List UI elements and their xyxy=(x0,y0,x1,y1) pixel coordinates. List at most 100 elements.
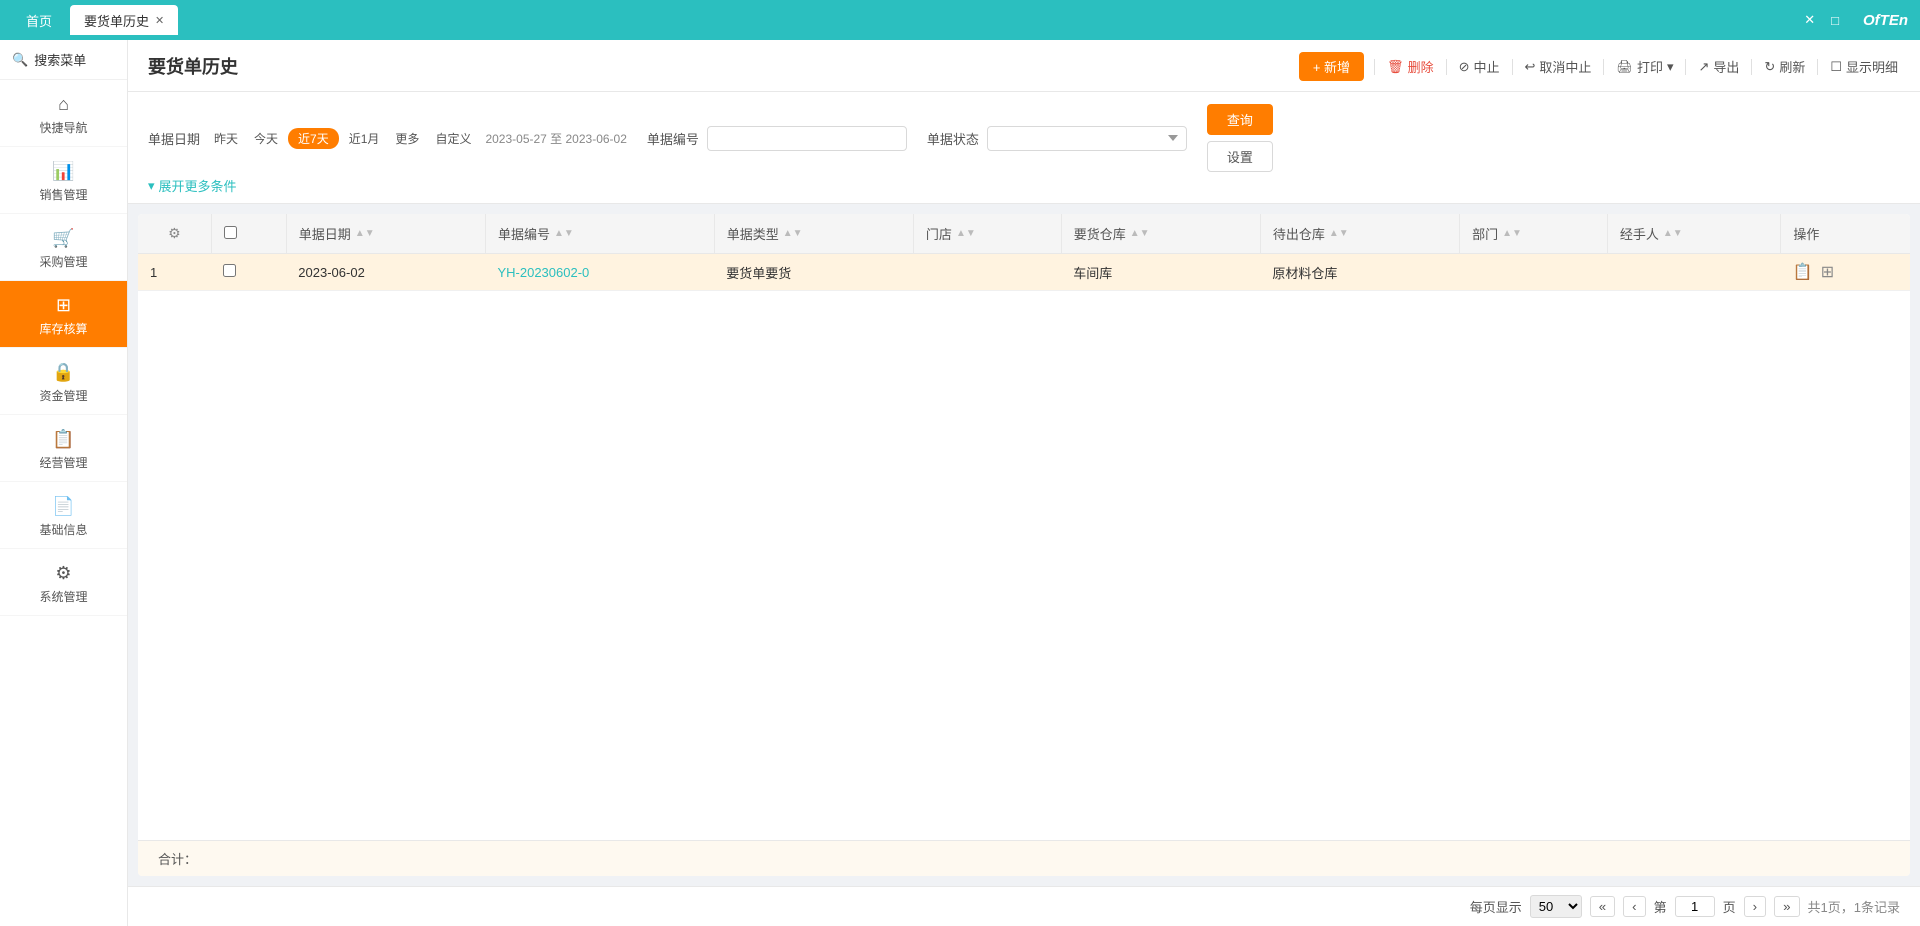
refresh-label: 刷新 xyxy=(1779,57,1805,76)
sort-department-icon[interactable]: ▲▼ xyxy=(1502,229,1522,239)
total-info: 共1页，1条记录 xyxy=(1808,897,1900,916)
tab-bar: 首页 要货单历史 ✕ xyxy=(12,5,1804,35)
stop-label: 中止 xyxy=(1473,57,1499,76)
data-table: ⚙ 单据日期 ▲▼ xyxy=(138,214,1910,291)
brand-label: OfTEn xyxy=(1863,12,1908,29)
close-tab-icon[interactable]: ✕ xyxy=(155,14,164,27)
tab-requisition-history[interactable]: 要货单历史 ✕ xyxy=(70,5,178,35)
sidebar-item-purchase-label: 采购管理 xyxy=(39,253,87,270)
sidebar-item-home[interactable]: ⌂ 快捷导航 xyxy=(0,80,127,147)
export-icon: ↗ xyxy=(1698,59,1709,75)
row-bill-type: 要货单要货 xyxy=(714,254,913,291)
filter-last7days[interactable]: 近7天 xyxy=(288,128,339,149)
print-icon: 🖨 xyxy=(1616,59,1633,75)
date-range-display: 2023-05-27 至 2023-06-02 xyxy=(485,130,626,147)
toolbar-divider-3 xyxy=(1512,59,1513,75)
filter-custom[interactable]: 自定义 xyxy=(429,128,477,149)
table-row: 1 2023-06-02 YH-20230602-0 要货单要货 xyxy=(138,254,1910,291)
window-actions: ✕ □ OfTEn xyxy=(1804,12,1908,29)
sidebar-item-home-label: 快捷导航 xyxy=(39,119,87,136)
col-department-header: 部门 ▲▼ xyxy=(1460,214,1608,254)
sidebar-item-finance[interactable]: 🔒 资金管理 xyxy=(0,348,127,415)
row-checkbox[interactable] xyxy=(223,264,236,277)
sidebar-item-purchase[interactable]: 🛒 采购管理 xyxy=(0,214,127,281)
col-req-warehouse-header: 要货仓库 ▲▼ xyxy=(1061,214,1260,254)
row-date: 2023-06-02 xyxy=(286,254,485,291)
sort-pending-warehouse-icon[interactable]: ▲▼ xyxy=(1329,229,1349,239)
row-edit-icon[interactable]: 📋 xyxy=(1793,262,1813,282)
setting-button[interactable]: 设置 xyxy=(1207,141,1273,172)
page-number-input[interactable] xyxy=(1675,896,1715,917)
bill-no-link[interactable]: YH-20230602-0 xyxy=(497,265,589,280)
home-icon: ⌂ xyxy=(58,94,69,115)
filter-yesterday[interactable]: 昨天 xyxy=(208,128,244,149)
print-label: 打印 xyxy=(1637,57,1663,76)
page-header: 要货单历史 + 新增 🗑 删除 ⊘ 中止 ↩ xyxy=(128,40,1920,92)
filter-more[interactable]: 更多 xyxy=(389,128,425,149)
bill-no-input[interactable] xyxy=(707,126,907,151)
window-maximize-button[interactable]: □ xyxy=(1831,13,1839,28)
stop-button[interactable]: ⊘ 中止 xyxy=(1457,53,1502,80)
row-checkbox-cell xyxy=(211,254,286,291)
select-all-checkbox[interactable] xyxy=(224,226,237,239)
sidebar-item-system[interactable]: ⚙ 系统管理 xyxy=(0,549,127,616)
inventory-icon: ⊞ xyxy=(56,295,71,316)
delete-button[interactable]: 🗑 删除 xyxy=(1385,53,1436,80)
page-size-select[interactable]: 50 20 100 200 xyxy=(1530,895,1582,918)
sort-bill-type-icon[interactable]: ▲▼ xyxy=(783,229,803,239)
cancel-stop-icon: ↩ xyxy=(1525,59,1536,75)
table-wrapper: ⚙ 单据日期 ▲▼ xyxy=(138,214,1910,840)
toolbar-divider-2 xyxy=(1446,59,1447,75)
sort-bill-no-icon[interactable]: ▲▼ xyxy=(554,229,574,239)
date-label: 单据日期 xyxy=(148,129,200,148)
expand-filters[interactable]: ▾ 展开更多条件 xyxy=(148,176,1900,195)
sidebar: 🔍 搜索菜单 ⌂ 快捷导航 📊 销售管理 🛒 采购管理 ⊞ 库存核算 🔒 资 xyxy=(0,40,128,926)
pagination-bar: 每页显示 50 20 100 200 « ‹ 第 页 › » 共1页，1条记录 xyxy=(128,886,1920,926)
last-page-button[interactable]: » xyxy=(1774,896,1799,917)
sidebar-item-sales[interactable]: 📊 销售管理 xyxy=(0,147,127,214)
sidebar-item-inventory[interactable]: ⊞ 库存核算 xyxy=(0,281,127,348)
tab-home[interactable]: 首页 xyxy=(12,5,66,35)
cancel-stop-label: 取消中止 xyxy=(1539,57,1591,76)
first-page-button[interactable]: « xyxy=(1590,896,1615,917)
sidebar-item-basic[interactable]: 📄 基础信息 xyxy=(0,482,127,549)
search-menu-label: 搜索菜单 xyxy=(34,50,86,69)
row-more-icon[interactable]: ⊞ xyxy=(1821,262,1834,282)
toolbar-divider-4 xyxy=(1603,59,1604,75)
row-pending-warehouse: 原材料仓库 xyxy=(1260,254,1459,291)
sidebar-search[interactable]: 🔍 搜索菜单 xyxy=(0,40,127,80)
refresh-button[interactable]: ↻ 刷新 xyxy=(1762,53,1807,80)
sort-req-warehouse-icon[interactable]: ▲▼ xyxy=(1130,229,1150,239)
sort-date-icon[interactable]: ▲▼ xyxy=(355,229,375,239)
next-page-button[interactable]: › xyxy=(1744,896,1766,917)
refresh-icon: ↻ xyxy=(1764,59,1775,75)
filter-last1month[interactable]: 近1月 xyxy=(343,128,386,149)
search-bar: 单据日期 昨天 今天 近7天 近1月 更多 自定义 2023-05-27 至 2… xyxy=(128,92,1920,204)
sidebar-item-system-label: 系统管理 xyxy=(39,588,87,605)
page-input-suffix: 页 xyxy=(1723,897,1736,916)
export-button[interactable]: ↗ 导出 xyxy=(1696,53,1741,80)
display-detail-label: 显示明细 xyxy=(1846,57,1898,76)
display-detail-toggle[interactable]: ☐ 显示明细 xyxy=(1828,53,1900,80)
new-button[interactable]: + 新增 xyxy=(1299,52,1364,81)
toolbar-divider-1 xyxy=(1374,59,1375,75)
tab-requisition-label: 要货单历史 xyxy=(84,11,149,30)
column-settings-icon[interactable]: ⚙ xyxy=(168,225,181,241)
delete-label: 删除 xyxy=(1408,57,1434,76)
sidebar-item-basic-label: 基础信息 xyxy=(39,521,87,538)
prev-page-button[interactable]: ‹ xyxy=(1623,896,1645,917)
filter-today[interactable]: 今天 xyxy=(248,128,284,149)
status-select[interactable] xyxy=(987,126,1187,151)
search-row: 单据日期 昨天 今天 近7天 近1月 更多 自定义 2023-05-27 至 2… xyxy=(148,104,1900,172)
print-button[interactable]: 🖨 打印 ▾ xyxy=(1614,53,1675,80)
sidebar-item-operations[interactable]: 📋 经营管理 xyxy=(0,415,127,482)
sort-store-icon[interactable]: ▲▼ xyxy=(956,229,976,239)
col-pending-warehouse-header: 待出仓库 ▲▼ xyxy=(1260,214,1459,254)
export-label: 导出 xyxy=(1713,57,1739,76)
window-close-button[interactable]: ✕ xyxy=(1804,12,1815,28)
sort-handler-icon[interactable]: ▲▼ xyxy=(1663,229,1683,239)
system-icon: ⚙ xyxy=(55,563,71,584)
query-button[interactable]: 查询 xyxy=(1207,104,1273,135)
cancel-stop-button[interactable]: ↩ 取消中止 xyxy=(1523,53,1594,80)
toolbar-divider-6 xyxy=(1751,59,1752,75)
